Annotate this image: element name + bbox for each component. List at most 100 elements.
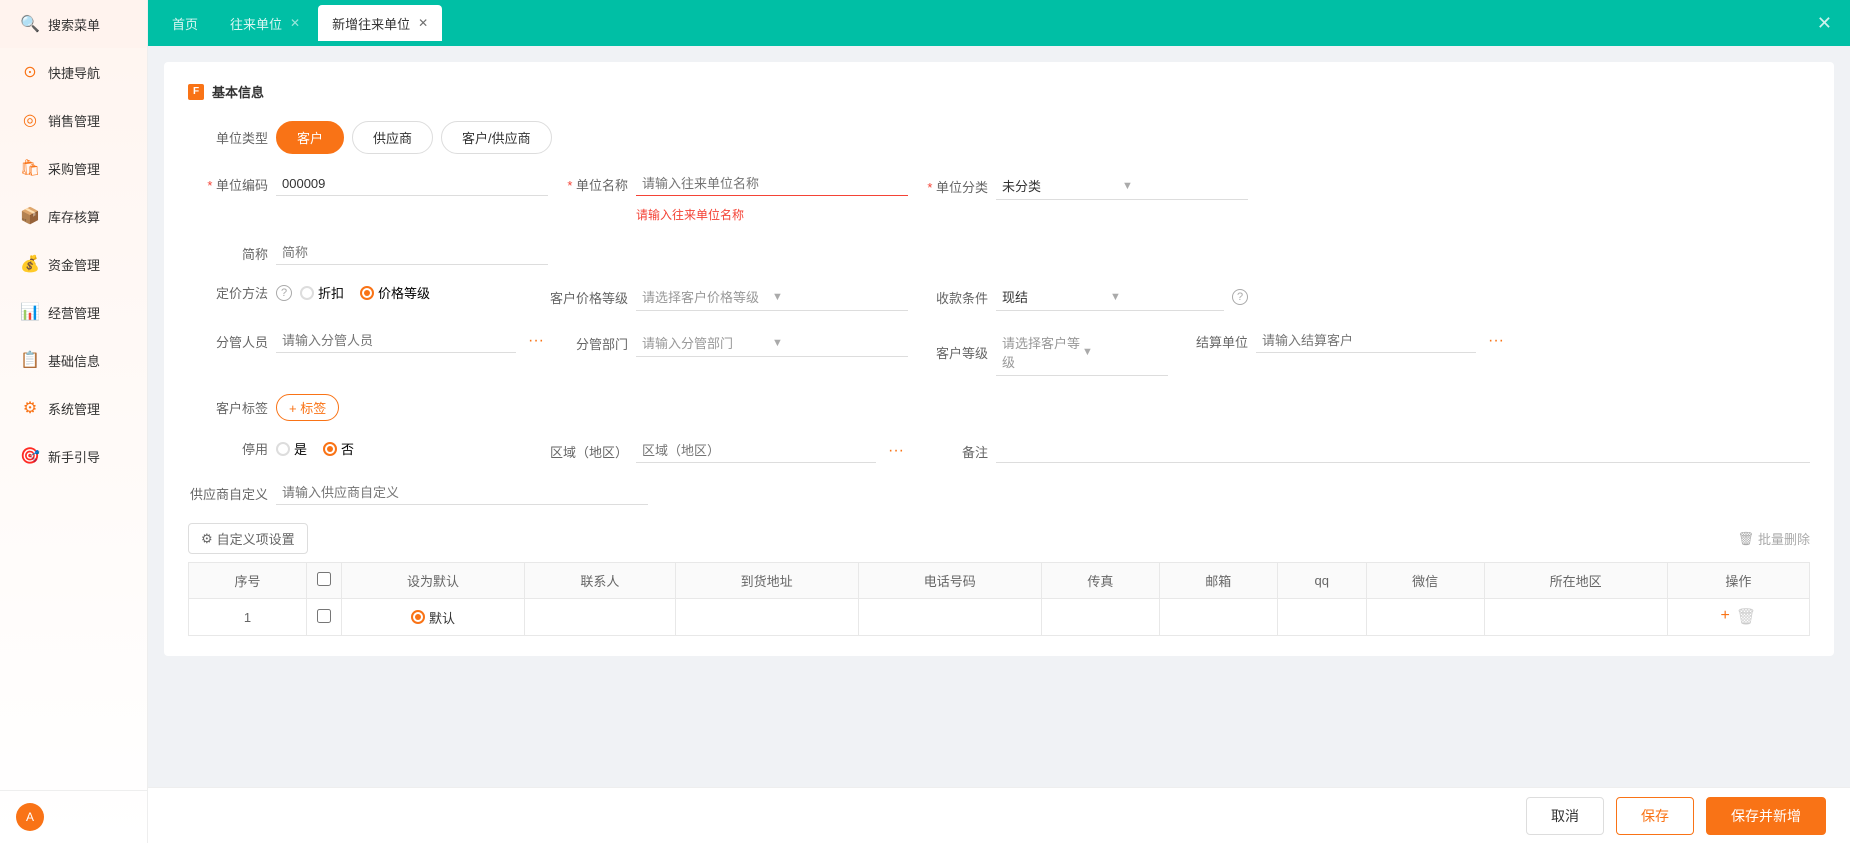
batch-delete-button[interactable]: 🗑 批量删除 (1737, 529, 1810, 548)
manager-row: 分管人员 ··· 分管部门 请输入分管部门 ▼ 客户等级 请选择客户等级 ▼ (188, 329, 1810, 376)
manager-more-icon[interactable]: ··· (524, 332, 548, 350)
customer-level-select[interactable]: 请选择客户等级 ▼ (996, 329, 1168, 376)
section-title: F 基本信息 (188, 82, 1810, 101)
customer-level-field: 客户等级 请选择客户等级 ▼ (908, 329, 1168, 376)
tab-close-partners[interactable]: ✕ (290, 16, 300, 30)
settlement-field: 结算单位 ··· (1168, 329, 1508, 353)
radio-yes-circle (276, 442, 290, 456)
unit-code-label: 单位编码 (188, 175, 268, 194)
cell-checkbox (306, 599, 341, 636)
cell-address (675, 599, 858, 636)
payment-terms-help-icon[interactable]: ? (1232, 289, 1248, 305)
sidebar-item-operation[interactable]: 📊 经营管理 (0, 288, 147, 336)
col-contact: 联系人 (525, 563, 676, 599)
customer-level-label: 客户等级 (908, 343, 988, 362)
unit-type-label: 单位类型 (188, 128, 268, 147)
radio-no[interactable]: 否 (323, 439, 354, 458)
dept-field: 分管部门 请输入分管部门 ▼ (548, 329, 908, 357)
settlement-more-icon[interactable]: ··· (1484, 332, 1508, 350)
tab-partners[interactable]: 往来单位 ✕ (216, 5, 314, 41)
pricing-help-icon[interactable]: ? (276, 285, 292, 301)
chevron-down-icon: ▼ (1110, 291, 1218, 303)
sidebar-item-search[interactable]: 🔍 搜索菜单 (0, 0, 147, 48)
supplier-custom-field: 供应商自定义 (188, 481, 648, 505)
radio-yes[interactable]: 是 (276, 439, 307, 458)
sidebar-item-guide[interactable]: 🎯 新手引导 (0, 432, 147, 480)
system-icon: ⚙ (20, 398, 40, 418)
col-default: 设为默认 (341, 563, 524, 599)
col-region: 所在地区 (1484, 563, 1667, 599)
manager-label: 分管人员 (188, 332, 268, 351)
contact-table: 序号 设为默认 联系人 到货地址 电话号码 传真 邮箱 qq 微信 所在地区 操… (188, 562, 1810, 636)
tab-close-new-partner[interactable]: ✕ (418, 16, 428, 30)
main-area: 首页 往来单位 ✕ 新增往来单位 ✕ ✕ F 基本信息 单位类型 (148, 0, 1850, 843)
col-address: 到货地址 (675, 563, 858, 599)
content-area: F 基本信息 单位类型 客户 供应商 客户/供应商 单位编码 (148, 46, 1850, 787)
default-radio[interactable]: 默认 (352, 608, 514, 627)
sidebar: 🔍 搜索菜单 ⊙ 快捷导航 ◎ 销售管理 🛍 采购管理 📦 库存核算 💰 资金管… (0, 0, 148, 843)
table-header-row: 序号 设为默认 联系人 到货地址 电话号码 传真 邮箱 qq 微信 所在地区 操… (189, 563, 1810, 599)
delete-row-icon[interactable]: 🗑 (1736, 607, 1756, 627)
sidebar-item-quick-nav[interactable]: ⊙ 快捷导航 (0, 48, 147, 96)
window-close-icon[interactable]: ✕ (1809, 13, 1840, 34)
sidebar-item-sales[interactable]: ◎ 销售管理 (0, 96, 147, 144)
unit-btn-both[interactable]: 客户/供应商 (441, 121, 552, 154)
search-icon: 🔍 (20, 14, 40, 34)
supplier-custom-input[interactable] (276, 481, 648, 505)
remark-label: 备注 (908, 442, 988, 461)
unit-category-select[interactable]: 未分类 ▼ (996, 172, 1248, 200)
region-field: 区域（地区） ··· (548, 439, 908, 463)
add-row-icon[interactable]: + (1721, 607, 1730, 627)
radio-no-circle (323, 442, 337, 456)
cell-region (1484, 599, 1667, 636)
customer-price-level-select[interactable]: 请选择客户价格等级 ▼ (636, 283, 908, 311)
dept-select[interactable]: 请输入分管部门 ▼ (636, 329, 908, 357)
disabled-radio-group: 是 否 (276, 439, 354, 458)
sidebar-item-system[interactable]: ⚙ 系统管理 (0, 384, 147, 432)
table-header: 序号 设为默认 联系人 到货地址 电话号码 传真 邮箱 qq 微信 所在地区 操… (189, 563, 1810, 599)
manager-input[interactable] (276, 329, 516, 353)
chevron-down-icon: ▼ (772, 291, 902, 303)
radio-price-level[interactable]: 价格等级 (360, 283, 430, 302)
table-body: 1 默认 (189, 599, 1810, 636)
cell-contact (525, 599, 676, 636)
unit-code-input[interactable] (276, 172, 548, 196)
region-more-icon[interactable]: ··· (884, 442, 908, 460)
tabs-bar: 首页 往来单位 ✕ 新增往来单位 ✕ ✕ (148, 0, 1850, 46)
radio-price-level-circle (360, 286, 374, 300)
unit-type-group: 客户 供应商 客户/供应商 (276, 121, 552, 154)
tab-new-partner[interactable]: 新增往来单位 ✕ (318, 5, 442, 41)
payment-terms-label: 收款条件 (908, 288, 988, 307)
col-qq: qq (1277, 563, 1366, 599)
cell-email (1159, 599, 1277, 636)
save-button[interactable]: 保存 (1616, 797, 1694, 835)
row-checkbox[interactable] (317, 609, 331, 623)
col-fax: 传真 (1041, 563, 1159, 599)
unit-btn-supplier[interactable]: 供应商 (352, 121, 433, 154)
abbr-input[interactable] (276, 241, 548, 265)
unit-name-input[interactable] (636, 172, 908, 196)
cancel-button[interactable]: 取消 (1526, 797, 1604, 835)
col-action: 操作 (1667, 563, 1809, 599)
tab-home[interactable]: 首页 (158, 5, 212, 41)
chevron-down-icon: ▼ (772, 337, 902, 349)
sidebar-item-basic[interactable]: 📋 基础信息 (0, 336, 147, 384)
region-input[interactable] (636, 439, 876, 463)
code-name-category-row: 单位编码 单位名称 请输入往来单位名称 单位分类 未分类 ▼ (188, 172, 1810, 223)
unit-btn-customer[interactable]: 客户 (276, 121, 344, 154)
save-add-button[interactable]: 保存并新增 (1706, 797, 1826, 835)
remark-input[interactable] (996, 439, 1810, 463)
sidebar-item-inventory[interactable]: 📦 库存核算 (0, 192, 147, 240)
sidebar-item-purchase[interactable]: 🛍 采购管理 (0, 144, 147, 192)
custom-setting-button[interactable]: ⚙ 自定义项设置 (188, 523, 308, 554)
add-tag-button[interactable]: + 标签 (276, 394, 339, 421)
settlement-label: 结算单位 (1168, 332, 1248, 351)
payment-terms-select[interactable]: 现结 ▼ (996, 283, 1224, 311)
action-icons: + 🗑 (1678, 607, 1799, 627)
select-all-checkbox[interactable] (317, 572, 331, 586)
abbr-label: 简称 (188, 244, 268, 263)
settlement-input[interactable] (1256, 329, 1476, 353)
radio-discount[interactable]: 折扣 (300, 283, 344, 302)
col-phone: 电话号码 (858, 563, 1041, 599)
sidebar-item-finance[interactable]: 💰 资金管理 (0, 240, 147, 288)
